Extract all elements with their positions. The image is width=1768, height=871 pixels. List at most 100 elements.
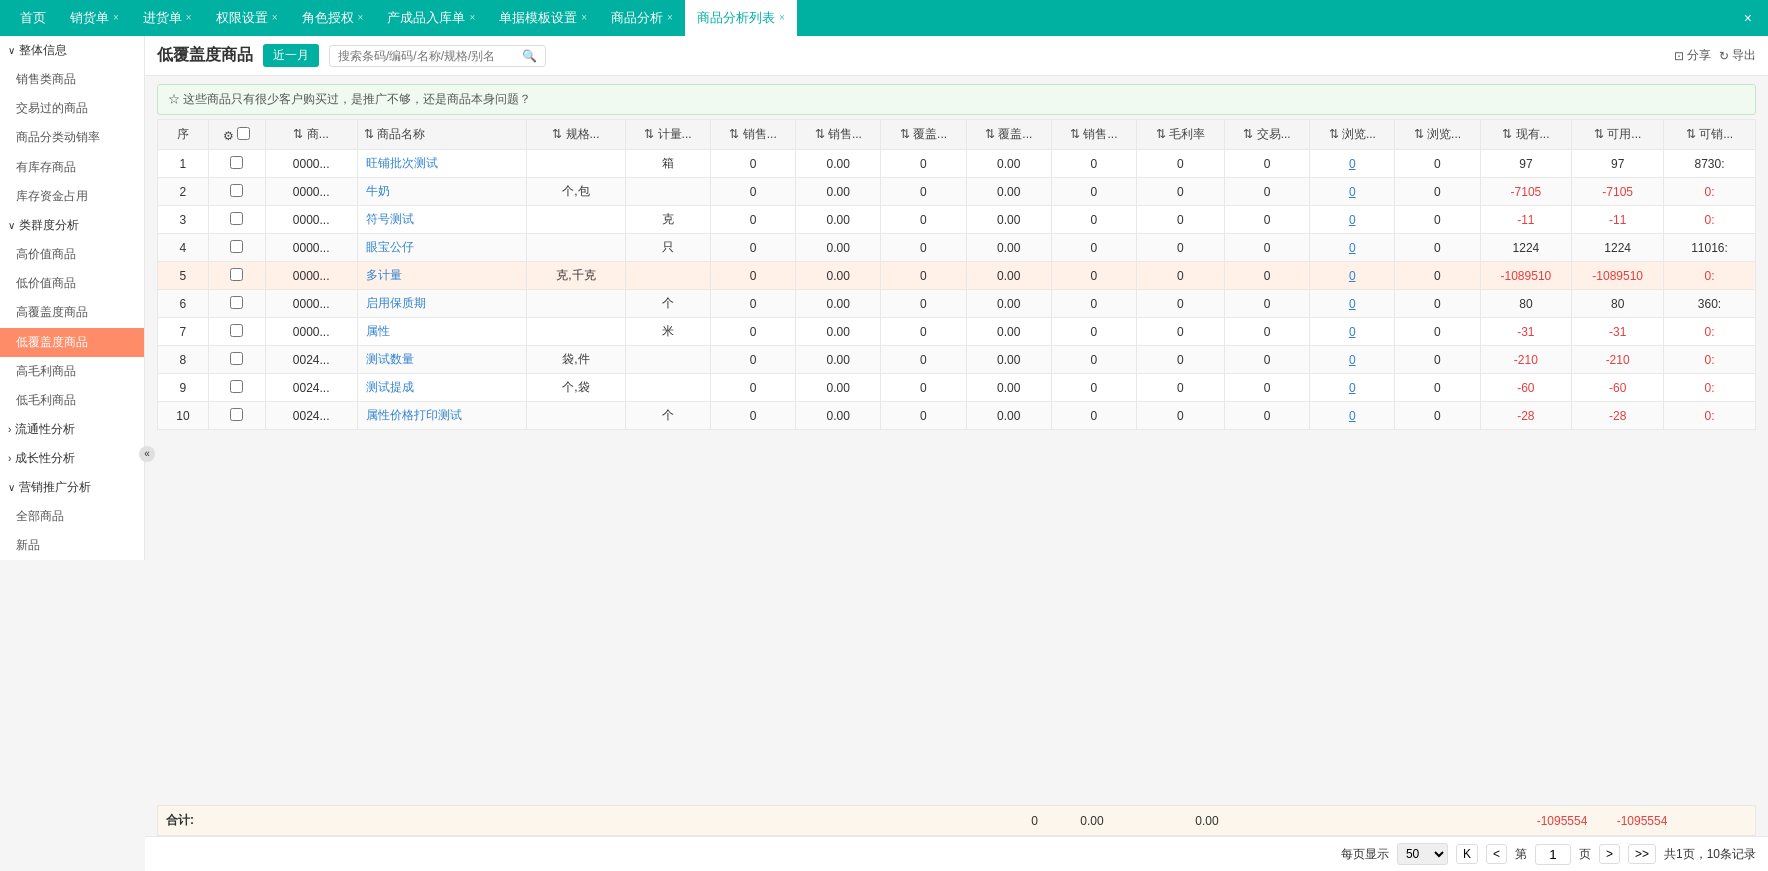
close-icon[interactable]: × [667,0,673,36]
close-icon[interactable]: × [469,0,475,36]
date-filter-button[interactable]: 近一月 [263,44,319,67]
sort-icon[interactable]: ⇅ [1156,127,1166,141]
sort-icon[interactable]: ⇅ [364,127,374,141]
cell-check[interactable] [208,234,265,262]
nav-tab-permission[interactable]: 权限设置 × [204,0,290,36]
sidebar-item-category-rate[interactable]: 商品分类动销率 [0,123,144,152]
nav-tab-home[interactable]: 首页 [8,0,58,36]
sidebar-section-growth[interactable]: › 成长性分析 [0,444,144,473]
sidebar-item-sales-goods[interactable]: 销售类商品 [0,65,144,94]
sidebar-section-cluster[interactable]: ∨ 类群度分析 [0,211,144,240]
sidebar-section-liquidity[interactable]: › 流通性分析 [0,415,144,444]
cell-browse1[interactable]: 0 [1310,374,1395,402]
close-icon[interactable]: × [779,0,785,36]
browse-link[interactable]: 0 [1349,409,1356,423]
row-checkbox[interactable] [230,408,243,421]
sidebar-item-all-goods[interactable]: 全部商品 [0,502,144,531]
cell-name[interactable]: 测试数量 [357,346,526,374]
row-checkbox[interactable] [230,324,243,337]
close-icon[interactable]: × [272,0,278,36]
row-checkbox[interactable] [230,212,243,225]
cell-name[interactable]: 启用保质期 [357,290,526,318]
sidebar-item-traded-goods[interactable]: 交易过的商品 [0,94,144,123]
browse-link[interactable]: 0 [1349,185,1356,199]
browse-link[interactable]: 0 [1349,297,1356,311]
cell-check[interactable] [208,150,265,178]
sort-icon[interactable]: ⇅ [1594,127,1604,141]
row-checkbox[interactable] [230,296,243,309]
prev-page-button[interactable]: < [1486,844,1507,864]
sidebar-item-in-stock[interactable]: 有库存商品 [0,153,144,182]
sort-icon[interactable]: ⇅ [1070,127,1080,141]
sort-icon[interactable]: ⇅ [1686,127,1696,141]
cell-name[interactable]: 旺铺批次测试 [357,150,526,178]
first-page-button[interactable]: K [1456,844,1478,864]
sort-icon[interactable]: ⇅ [1329,127,1339,141]
row-checkbox[interactable] [230,156,243,169]
close-icon[interactable]: × [186,0,192,36]
sort-icon[interactable]: ⇅ [1502,127,1512,141]
select-all-checkbox[interactable] [237,127,250,140]
cell-check[interactable] [208,346,265,374]
sort-icon[interactable]: ⇅ [900,127,910,141]
per-page-select[interactable]: 50 20 100 [1397,843,1448,865]
sort-icon[interactable]: ⇅ [729,127,739,141]
row-checkbox[interactable] [230,240,243,253]
close-icon[interactable]: × [113,0,119,36]
browse-link[interactable]: 0 [1349,381,1356,395]
sidebar-item-high-coverage[interactable]: 高覆盖度商品 [0,298,144,327]
sort-icon[interactable]: ⇅ [985,127,995,141]
table-wrapper[interactable]: 序 ⚙ ⇅ 商... ⇅ 商品名称 ⇅ 规格... ⇅ 计量... ⇅ 销售..… [157,119,1756,805]
sidebar-item-low-margin[interactable]: 低毛利商品 [0,386,144,415]
settings-icon[interactable]: ⚙ [223,129,234,143]
cell-name[interactable]: 多计量 [357,262,526,290]
sort-icon[interactable]: ⇅ [644,127,654,141]
sidebar-section-overall[interactable]: ∨ 整体信息 [0,36,144,65]
close-icon[interactable]: × [581,0,587,36]
cell-browse1[interactable]: 0 [1310,346,1395,374]
cell-browse1[interactable]: 0 [1310,206,1395,234]
browse-link[interactable]: 0 [1349,353,1356,367]
close-all-button[interactable]: × [1736,10,1760,26]
cell-check[interactable] [208,318,265,346]
export-button[interactable]: ↻ 导出 [1719,47,1756,64]
cell-browse1[interactable]: 0 [1310,234,1395,262]
sort-icon[interactable]: ⇅ [1243,127,1253,141]
cell-check[interactable] [208,402,265,430]
cell-browse1[interactable]: 0 [1310,150,1395,178]
next-page-button[interactable]: > [1599,844,1620,864]
cell-check[interactable] [208,206,265,234]
browse-link[interactable]: 0 [1349,157,1356,171]
sidebar-item-low-coverage[interactable]: 低覆盖度商品 [0,328,144,357]
cell-check[interactable] [208,374,265,402]
browse-link[interactable]: 0 [1349,325,1356,339]
cell-name[interactable]: 属性 [357,318,526,346]
sidebar-item-high-margin[interactable]: 高毛利商品 [0,357,144,386]
browse-link[interactable]: 0 [1349,241,1356,255]
search-icon[interactable]: 🔍 [522,49,537,63]
cell-check[interactable] [208,290,265,318]
search-input[interactable] [338,49,518,63]
nav-tab-product-analysis[interactable]: 商品分析 × [599,0,685,36]
sidebar-item-new-goods[interactable]: 新品 [0,531,144,560]
cell-browse1[interactable]: 0 [1310,318,1395,346]
nav-tab-product-analysis-list[interactable]: 商品分析列表 × [685,0,797,36]
cell-browse1[interactable]: 0 [1310,290,1395,318]
row-checkbox[interactable] [230,184,243,197]
cell-name[interactable]: 测试提成 [357,374,526,402]
row-checkbox[interactable] [230,352,243,365]
last-page-button[interactable]: >> [1628,844,1656,864]
nav-tab-product-inbound[interactable]: 产成品入库单 × [375,0,487,36]
sidebar-item-high-value[interactable]: 高价值商品 [0,240,144,269]
cell-check[interactable] [208,262,265,290]
cell-check[interactable] [208,178,265,206]
sort-icon[interactable]: ⇅ [815,127,825,141]
share-button[interactable]: ⊡ 分享 [1674,47,1711,64]
sidebar-item-stock-capital[interactable]: 库存资金占用 [0,182,144,211]
sort-icon[interactable]: ⇅ [552,127,562,141]
cell-browse1[interactable]: 0 [1310,402,1395,430]
nav-tab-template[interactable]: 单据模板设置 × [487,0,599,36]
cell-browse1[interactable]: 0 [1310,178,1395,206]
close-icon[interactable]: × [358,0,364,36]
browse-link[interactable]: 0 [1349,213,1356,227]
